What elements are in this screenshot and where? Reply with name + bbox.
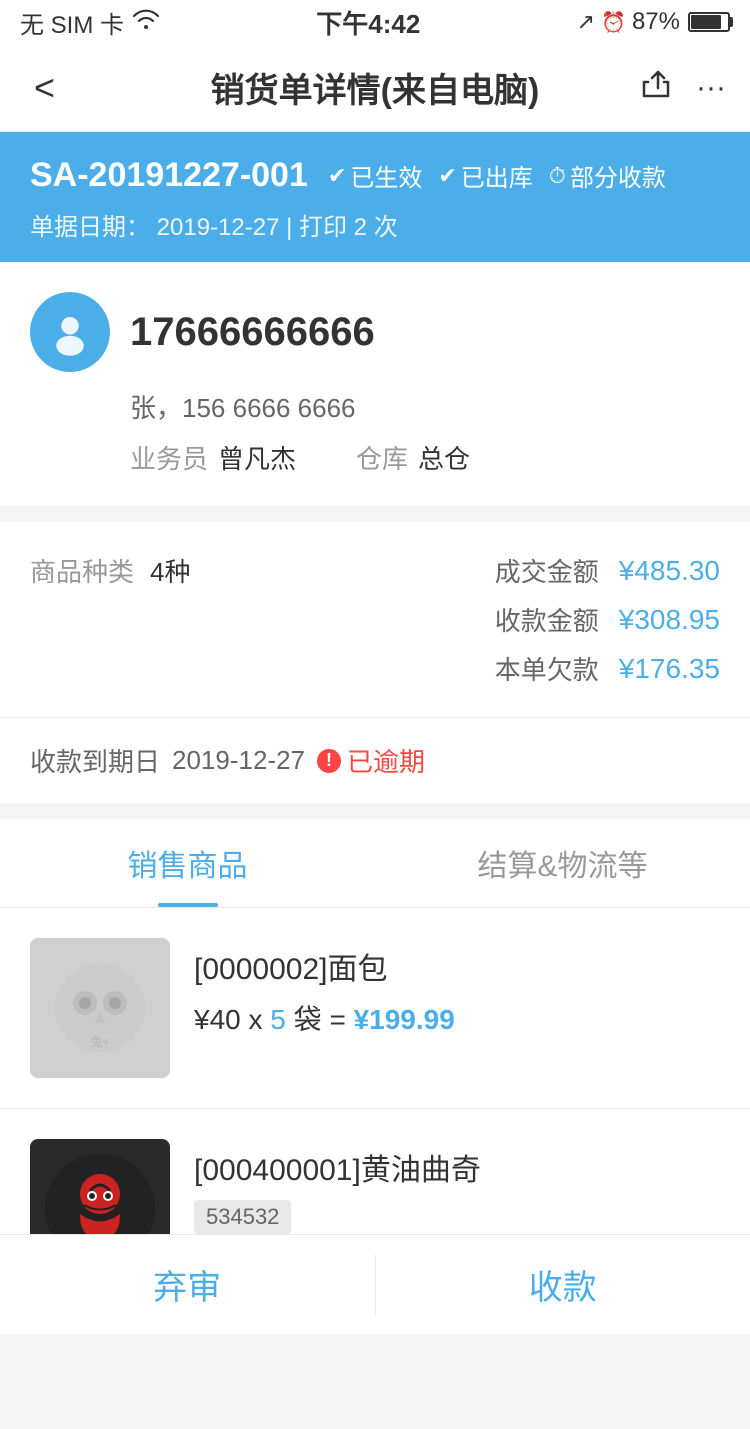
product-thumb-1: 兔+: [30, 938, 170, 1078]
overdue-dot-icon: !: [317, 749, 341, 773]
location-icon: ↗: [577, 9, 595, 35]
badge-partial-label: 部分收款: [570, 158, 666, 193]
product-total-1: ¥199.99: [354, 1004, 455, 1035]
warehouse-label: 仓库: [356, 439, 408, 476]
tab-products[interactable]: 销售商品: [0, 819, 375, 907]
received-amount-value: ¥308.95: [619, 604, 720, 636]
warehouse-item: 仓库 总仓: [356, 439, 470, 476]
deal-amount-row: 成交金额 ¥485.30: [495, 552, 720, 589]
confirm-button[interactable]: 收款: [376, 1235, 750, 1334]
tab-products-label: 销售商品: [128, 841, 248, 885]
overdue-label: 已逾期: [347, 742, 425, 779]
customer-phone: 17666666666: [130, 310, 375, 355]
salesperson-item: 业务员 曾凡杰: [130, 439, 296, 476]
avatar: [30, 292, 110, 372]
battery-percent: 87%: [632, 8, 680, 36]
tab-settlement-label: 结算&物流等: [477, 841, 647, 885]
clock-icon: ⏱: [549, 163, 566, 189]
tabs: 销售商品 结算&物流等: [0, 819, 750, 908]
share-button[interactable]: [640, 68, 672, 108]
amounts: 成交金额 ¥485.30 收款金额 ¥308.95 本单欠款 ¥176.35: [495, 552, 720, 687]
customer-name: 张，156 6666 6666: [130, 388, 720, 425]
product-name-2: [000400001]黄油曲奇: [194, 1145, 720, 1189]
salesperson-label: 业务员: [130, 439, 208, 476]
order-print-info: 打印 2 次: [299, 214, 398, 241]
due-date-value: 2019-12-27: [172, 745, 305, 776]
tab-settlement[interactable]: 结算&物流等: [375, 819, 750, 907]
stats-row: 商品种类 4种 成交金额 ¥485.30 收款金额 ¥308.95 本单欠款 ¥…: [30, 552, 720, 687]
more-button[interactable]: ···: [696, 71, 726, 105]
customer-section: 17666666666 张，156 6666 6666 业务员 曾凡杰 仓库 总…: [0, 262, 750, 506]
product-qty-1: 5: [270, 1004, 286, 1035]
divider-2: [0, 803, 750, 819]
nav-actions: ···: [640, 68, 726, 108]
wifi-icon: [132, 8, 160, 37]
order-meta: 单据日期： 2019-12-27 | 打印 2 次: [30, 207, 720, 242]
status-bar: 无 SIM 卡 下午4:42 ↗ ⏰ 87%: [0, 0, 750, 44]
order-id: SA-20191227-001: [30, 156, 308, 195]
customer-row: 17666666666: [30, 292, 720, 372]
badge-effective: ✔ 已生效: [328, 158, 422, 193]
badge-shipped-label: 已出库: [461, 158, 533, 193]
product-item-1: 兔+ [0000002]面包 ¥40 x 5 袋 = ¥199.99: [0, 908, 750, 1109]
battery-icon: [688, 12, 730, 32]
order-date: 2019-12-27: [157, 214, 280, 241]
received-amount-row: 收款金额 ¥308.95: [495, 601, 720, 638]
deal-amount-value: ¥485.30: [619, 555, 720, 587]
bottom-bar: 弃审 收款: [0, 1234, 750, 1334]
owing-amount-value: ¥176.35: [619, 653, 720, 685]
deal-amount-label: 成交金额: [495, 552, 599, 589]
due-label: 收款到期日: [30, 742, 160, 779]
confirm-label: 收款: [529, 1260, 597, 1309]
badge-effective-label: 已生效: [350, 158, 422, 193]
cancel-label: 弃审: [153, 1260, 221, 1309]
order-header: SA-20191227-001 ✔ 已生效 ✔ 已出库 ⏱ 部分收款 单据日期：…: [0, 132, 750, 262]
divider-1: [0, 506, 750, 522]
status-left: 无 SIM 卡: [20, 5, 160, 40]
overdue-badge: ! 已逾期: [317, 742, 425, 779]
owing-amount-label: 本单欠款: [495, 650, 599, 687]
svg-text:兔+: 兔+: [90, 1034, 109, 1049]
order-meta-separator: |: [286, 214, 299, 241]
check-icon-2: ✔: [438, 163, 456, 189]
owing-amount-row: 本单欠款 ¥176.35: [495, 650, 720, 687]
product-types-label: 商品种类: [30, 552, 134, 589]
badge-shipped: ✔ 已出库: [438, 158, 532, 193]
product-price-label-1: ¥40: [194, 1004, 241, 1035]
product-name-1: [0000002]面包: [194, 944, 720, 988]
order-id-row: SA-20191227-001 ✔ 已生效 ✔ 已出库 ⏱ 部分收款: [30, 156, 720, 195]
product-equals-1: =: [329, 1004, 353, 1035]
carrier-label: 无 SIM 卡: [20, 5, 124, 40]
due-row: 收款到期日 2019-12-27 ! 已逾期: [30, 742, 720, 779]
product-tag-2: 534532: [194, 1200, 291, 1234]
product-unit-1: 袋: [294, 1004, 322, 1035]
back-button[interactable]: <: [24, 57, 65, 119]
check-icon-1: ✔: [328, 163, 346, 189]
status-badges: ✔ 已生效 ✔ 已出库 ⏱ 部分收款: [328, 158, 666, 193]
order-date-label: 单据日期：: [30, 214, 150, 241]
product-multiply-1: x: [249, 1004, 271, 1035]
nav-bar: < 销货单详情(来自电脑) ···: [0, 44, 750, 132]
status-time: 下午4:42: [316, 4, 420, 41]
warehouse-value: 总仓: [418, 439, 470, 476]
due-section: 收款到期日 2019-12-27 ! 已逾期: [0, 717, 750, 803]
customer-info-row: 业务员 曾凡杰 仓库 总仓: [130, 439, 720, 476]
alarm-icon: ⏰: [601, 10, 626, 35]
product-types-value: 4种: [150, 552, 190, 589]
cancel-button[interactable]: 弃审: [0, 1235, 375, 1334]
stats-section: 商品种类 4种 成交金额 ¥485.30 收款金额 ¥308.95 本单欠款 ¥…: [0, 522, 750, 717]
salesperson-value: 曾凡杰: [218, 439, 296, 476]
received-amount-label: 收款金额: [495, 601, 599, 638]
status-right: ↗ ⏰ 87%: [577, 8, 730, 36]
product-price-1: ¥40 x 5 袋 = ¥199.99: [194, 998, 720, 1038]
product-types: 商品种类 4种: [30, 552, 190, 589]
product-info-1: [0000002]面包 ¥40 x 5 袋 = ¥199.99: [194, 938, 720, 1038]
badge-partial: ⏱ 部分收款: [549, 158, 666, 193]
page-title: 销货单详情(来自电脑): [211, 63, 540, 112]
